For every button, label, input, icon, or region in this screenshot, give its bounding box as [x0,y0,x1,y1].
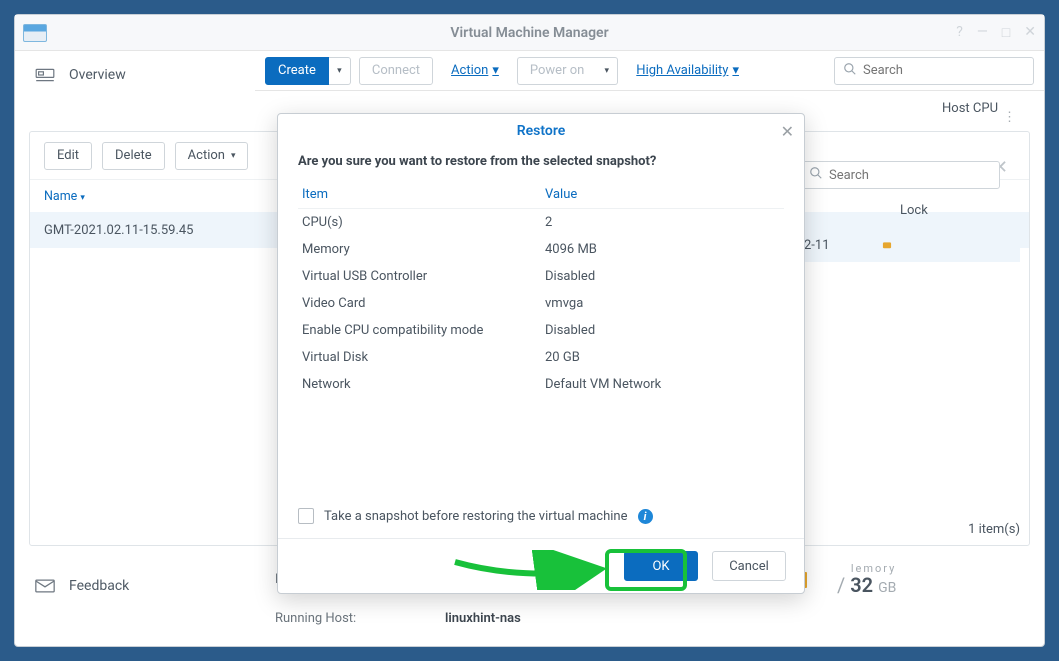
property-item: Network [298,371,541,398]
sidebar-item-label: Feedback [69,578,129,594]
app-window: Virtual Machine Manager ? — □ ✕ Create ▾… [14,14,1045,647]
search-icon [809,166,823,184]
sort-caret-icon: ▾ [80,193,85,203]
chevron-down-icon: ▾ [732,63,739,78]
close-window-icon[interactable]: ✕ [1024,24,1036,41]
table-row: NetworkDefault VM Network [298,371,784,398]
help-icon[interactable]: ? [956,24,963,41]
connect-button[interactable]: Connect [359,57,433,85]
edit-button[interactable]: Edit [44,142,92,170]
sidebar-item-overview[interactable]: Overview [15,55,255,95]
power-on-group: Power on ▾ [517,57,618,85]
title-bar: Virtual Machine Manager ? — □ ✕ [15,15,1044,51]
action-menu[interactable]: Action▾ [441,63,509,78]
restore-dialog: Restore ✕ Are you sure you want to resto… [277,113,805,594]
running-host-label: Running Host: [275,611,445,626]
column-name[interactable]: Name ▾ [44,189,85,204]
right-panel: Lock 2-11 [800,161,1020,262]
property-value: 4096 MB [541,236,784,263]
maximize-icon[interactable]: □ [1002,24,1010,41]
snapshot-name: GMT-2021.02.11-15.59.45 [44,223,194,238]
column-lock[interactable]: Lock [900,203,1020,218]
high-availability-menu[interactable]: High Availability▾ [626,63,749,78]
power-on-caret[interactable]: ▾ [596,57,618,85]
property-value: Disabled [541,263,784,290]
snapshot-properties-table: Item Value CPU(s)2Memory4096 MBVirtual U… [298,181,784,398]
app-icon [23,24,47,42]
window-controls: ? — □ ✕ [956,24,1036,41]
running-host-value: linuxhint-nas [445,611,774,626]
dialog-close-icon[interactable]: ✕ [781,122,794,141]
chevron-down-icon: ▾ [492,63,499,78]
property-value: vmvga [541,290,784,317]
table-row: Enable CPU compatibility modeDisabled [298,317,784,344]
property-item: Virtual USB Controller [298,263,541,290]
property-value: Disabled [541,317,784,344]
heartbeat-cell: lemory / 32 GB [774,562,1004,597]
dialog-body: Are you sure you want to restore from th… [278,148,804,538]
overflow-menu-icon[interactable]: ⋮ [1003,110,1016,125]
cancel-button[interactable]: Cancel [712,551,786,581]
search-icon [843,62,857,80]
app-title: Virtual Machine Manager [450,25,608,41]
property-item: CPU(s) [298,209,541,237]
property-item: Enable CPU compatibility mode [298,317,541,344]
sidebar-item-feedback[interactable]: Feedback [15,566,255,606]
table-row: Virtual USB ControllerDisabled [298,263,784,290]
delete-button[interactable]: Delete [102,142,165,170]
property-item: Video Card [298,290,541,317]
minimize-icon[interactable]: — [977,24,988,41]
panel-search-input[interactable] [829,168,995,183]
checkbox-label: Take a snapshot before restoring the vir… [324,509,628,524]
create-button[interactable]: Create [265,57,329,85]
toolbar-search-input[interactable] [863,63,1029,78]
table-row: CPU(s)2 [298,209,784,237]
mail-icon [35,579,55,593]
panel-search[interactable] [800,161,1000,189]
sidebar-item-label: Overview [69,67,126,83]
column-value: Value [541,181,784,209]
column-item: Item [298,181,541,209]
toolbar-search[interactable] [834,57,1034,85]
dialog-footer: OK Cancel [278,538,804,593]
chevron-down-icon: ▾ [231,151,236,161]
take-snapshot-checkbox[interactable] [298,508,314,524]
items-count: 1 item(s) [968,522,1020,537]
dialog-title-bar: Restore ✕ [278,114,804,148]
property-item: Memory [298,236,541,263]
create-caret[interactable]: ▾ [329,57,351,85]
power-on-button[interactable]: Power on [517,57,596,85]
property-value: Default VM Network [541,371,784,398]
dialog-question: Are you sure you want to restore from th… [298,154,784,169]
overview-icon [35,67,55,83]
dialog-title: Restore [517,123,566,139]
main-toolbar: Create ▾ Connect Action▾ Power on ▾ High… [255,51,1044,91]
take-snapshot-option: Take a snapshot before restoring the vir… [298,508,784,524]
property-value: 2 [541,209,784,237]
create-button-group: Create ▾ [265,57,351,85]
property-value: 20 GB [541,344,784,371]
memory-stat: lemory / 32 GB [837,562,896,597]
row-date-fragment: 2-11 [804,238,830,253]
panel-action-menu[interactable]: Action ▾ [175,142,249,170]
host-cpu-label: Host CPU [942,101,998,116]
table-row: Video Cardvmvga [298,290,784,317]
property-item: Virtual Disk [298,344,541,371]
info-icon[interactable]: i [638,509,653,524]
lock-icon [880,236,894,254]
table-row: Virtual Disk20 GB [298,344,784,371]
list-item[interactable]: 2-11 [800,228,1020,262]
ok-button[interactable]: OK [624,551,698,581]
table-row: Memory4096 MB [298,236,784,263]
